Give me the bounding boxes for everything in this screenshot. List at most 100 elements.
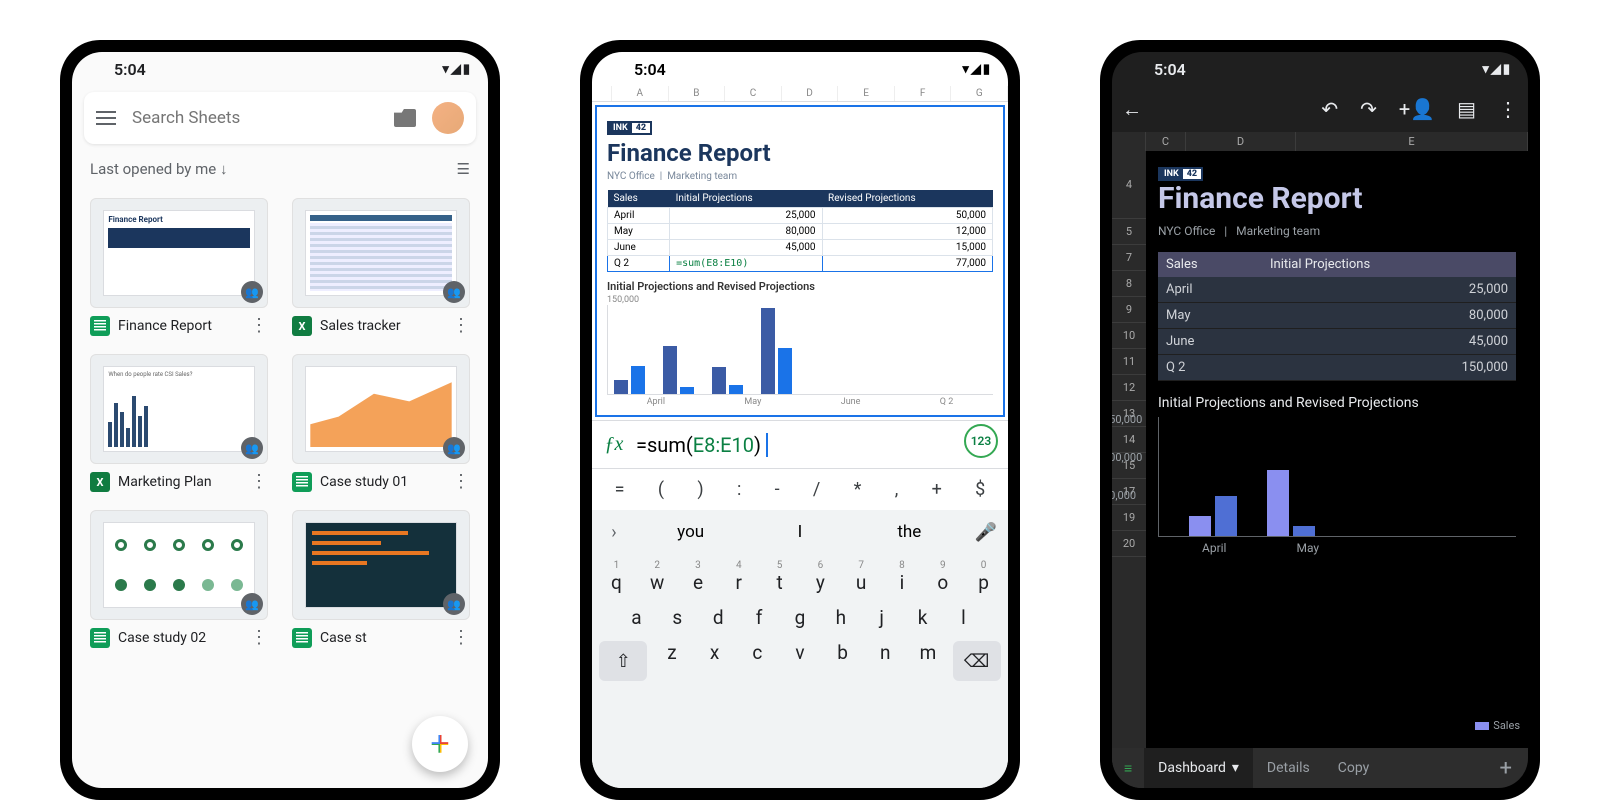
row-headers[interactable]: 4 5 7 8 9 10 11 12 13 14 15 17 19 20 (1112, 151, 1146, 788)
key[interactable]: n (867, 641, 903, 681)
key-dollar[interactable]: $ (975, 479, 985, 500)
keyboard-row-2: asdfghjkl (592, 600, 1008, 635)
sheet-tabs[interactable]: ≡ Dashboard▾ Details Copy + (1112, 748, 1528, 788)
column-headers[interactable]: ABCDEFG (592, 86, 1008, 102)
key[interactable]: 6y (802, 560, 838, 594)
chevron-right-icon[interactable]: › (592, 522, 636, 543)
mic-icon[interactable]: 🎤 (964, 522, 1008, 543)
more-icon[interactable]: ⋮ (452, 317, 470, 335)
file-card[interactable]: Finance Report👥 Finance Report⋮ (90, 198, 268, 336)
active-cell[interactable]: =sum(E8:E10) (670, 256, 822, 272)
suggestion[interactable]: you (636, 522, 745, 542)
data-table[interactable]: SalesInitial Projections April25,000 May… (1158, 252, 1516, 381)
search-input[interactable] (132, 108, 378, 128)
key[interactable]: 0p (966, 560, 1002, 594)
key[interactable]: b (825, 641, 861, 681)
keyboard[interactable]: › you I the 🎤 1q2w3e4r5t6y7u8i9o0p asdfg… (592, 510, 1008, 788)
tab-copy[interactable]: Copy (1324, 748, 1384, 788)
sheets-icon (90, 628, 110, 648)
formula-bar[interactable]: ƒx =sum(E8:E10) ✓ (592, 420, 1008, 468)
redo-icon[interactable]: ↷ (1360, 97, 1377, 121)
more-icon[interactable]: ⋮ (250, 317, 268, 335)
comment-icon[interactable]: ▤ (1457, 97, 1476, 121)
sheet-canvas[interactable]: INK42 Finance Report NYC Office | Market… (595, 105, 1005, 417)
file-card[interactable]: 👥 XSales tracker⋮ (292, 198, 470, 336)
status-time: 5:04 (1154, 60, 1186, 79)
file-card[interactable]: When do people rate CSI Sales?👥 XMarketi… (90, 354, 268, 492)
add-tab-icon[interactable]: + (1484, 756, 1528, 781)
key[interactable]: j (864, 606, 900, 629)
suggestion-row[interactable]: › you I the 🎤 (592, 510, 1008, 554)
list-view-icon[interactable]: ☰ (457, 160, 470, 178)
account-avatar[interactable] (432, 102, 464, 134)
key[interactable]: 5t (762, 560, 798, 594)
more-icon[interactable]: ⋮ (452, 473, 470, 491)
more-icon[interactable]: ⋮ (452, 629, 470, 647)
tab-dashboard[interactable]: Dashboard▾ (1144, 748, 1253, 788)
back-icon[interactable]: ← (1122, 97, 1142, 122)
key[interactable]: 1q (598, 560, 634, 594)
key-equals[interactable]: = (615, 479, 625, 500)
key[interactable]: 8i (884, 560, 920, 594)
key[interactable]: m (910, 641, 946, 681)
key-slash[interactable]: / (813, 479, 820, 500)
key[interactable]: x (697, 641, 733, 681)
key-lparen[interactable]: ( (658, 479, 664, 500)
key[interactable]: v (782, 641, 818, 681)
key[interactable]: 7u (843, 560, 879, 594)
key[interactable]: c (739, 641, 775, 681)
key[interactable]: 3e (680, 560, 716, 594)
signal-icon: ◢ (971, 62, 981, 77)
new-sheet-fab[interactable]: + (412, 716, 468, 772)
chart-area (607, 305, 993, 395)
key[interactable]: 9o (925, 560, 961, 594)
more-icon[interactable]: ⋮ (1498, 97, 1518, 121)
suggestion[interactable]: the (855, 522, 964, 542)
undo-icon[interactable]: ↶ (1321, 97, 1338, 121)
file-card[interactable]: 👥 Case study 02⋮ (90, 510, 268, 648)
key[interactable]: f (741, 606, 777, 629)
more-icon[interactable]: ⋮ (250, 473, 268, 491)
sort-row[interactable]: Last opened by me ↓ ☰ (72, 150, 488, 188)
key[interactable]: k (905, 606, 941, 629)
sheet-canvas[interactable]: INK42 Finance Report NYC Office | Market… (1146, 151, 1528, 788)
symbol-row[interactable]: = (): - / *, + $ (592, 468, 1008, 510)
editor-toolbar: ← ↶ ↷ +👤 ▤ ⋮ (1112, 86, 1528, 132)
search-bar[interactable] (84, 92, 476, 144)
shift-key[interactable]: ⇧ (599, 641, 647, 681)
more-icon[interactable]: ⋮ (250, 629, 268, 647)
key[interactable]: h (823, 606, 859, 629)
status-icons: ▾◢▮ (442, 62, 470, 77)
chart-ytick: 150,000 (607, 295, 993, 305)
tabs-menu-icon[interactable]: ≡ (1112, 760, 1144, 777)
suggestion[interactable]: I (745, 522, 854, 542)
file-card[interactable]: 👥 Case study 01⋮ (292, 354, 470, 492)
folder-icon[interactable] (394, 109, 416, 127)
add-person-icon[interactable]: +👤 (1399, 97, 1435, 121)
key-plus[interactable]: + (932, 479, 942, 500)
tab-details[interactable]: Details (1253, 748, 1324, 788)
menu-icon[interactable] (96, 111, 116, 125)
numeric-keypad-toggle[interactable]: 123 (964, 424, 998, 458)
key-rparen[interactable]: ) (697, 479, 703, 500)
key[interactable]: l (945, 606, 981, 629)
key[interactable]: g (782, 606, 818, 629)
column-headers[interactable]: C D E (1112, 132, 1528, 151)
key-comma[interactable]: , (895, 479, 899, 500)
file-card[interactable]: 👥 Case st⋮ (292, 510, 470, 648)
key[interactable]: a (618, 606, 654, 629)
key[interactable]: 4r (721, 560, 757, 594)
status-icons: ▾◢▮ (1482, 62, 1510, 77)
key-colon[interactable]: : (737, 479, 741, 500)
key-minus[interactable]: - (775, 479, 780, 500)
formula-input[interactable]: =sum(E8:E10) (636, 433, 964, 457)
arrow-down-icon: ↓ (220, 160, 228, 178)
key[interactable]: d (700, 606, 736, 629)
sort-label: Last opened by me (90, 160, 216, 178)
key[interactable]: s (659, 606, 695, 629)
key[interactable]: 2w (639, 560, 675, 594)
backspace-key[interactable]: ⌫ (953, 641, 1001, 681)
data-table[interactable]: SalesInitial ProjectionsRevised Projecti… (607, 190, 993, 272)
key[interactable]: z (654, 641, 690, 681)
key-star[interactable]: * (854, 479, 862, 500)
